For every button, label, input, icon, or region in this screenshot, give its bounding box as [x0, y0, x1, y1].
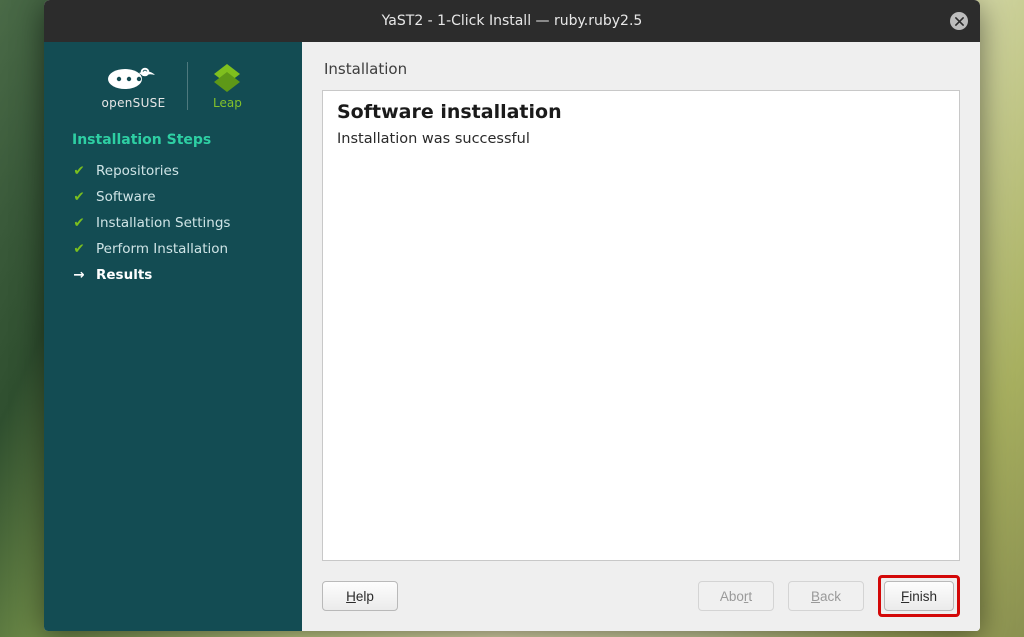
leap-label: Leap [213, 96, 242, 110]
brand-separator [187, 62, 188, 110]
abort-pre: Abo [720, 589, 744, 604]
steps-header: Installation Steps [44, 132, 302, 158]
close-icon[interactable] [950, 12, 968, 30]
finish-button[interactable]: Finish [884, 581, 954, 611]
finish-mnemonic: F [901, 589, 909, 604]
step-label: Software [96, 189, 156, 205]
step-perform-installation: ✔ Perform Installation [72, 236, 284, 262]
back-button: Back [788, 581, 864, 611]
step-installation-settings: ✔ Installation Settings [72, 210, 284, 236]
sidebar: openSUSE Leap Installation Steps ✔ Repos… [44, 42, 302, 631]
step-repositories: ✔ Repositories [72, 158, 284, 184]
step-software: ✔ Software [72, 184, 284, 210]
content-heading: Software installation [337, 101, 945, 123]
check-icon: ✔ [72, 241, 86, 257]
leap-logo: Leap [210, 62, 244, 110]
gecko-icon [105, 62, 161, 92]
brand-row: openSUSE Leap [44, 58, 302, 132]
step-label: Results [96, 267, 152, 283]
content-box: Software installation Installation was s… [322, 90, 960, 561]
help-mnemonic: H [346, 589, 356, 604]
back-mnemonic: B [811, 589, 820, 604]
finish-rest: inish [909, 589, 937, 604]
step-label: Installation Settings [96, 215, 230, 231]
leap-icon [210, 62, 244, 92]
finish-highlight: Finish [878, 575, 960, 617]
content-body: Installation was successful [337, 131, 945, 147]
arrow-right-icon: → [72, 267, 86, 283]
step-results: → Results [72, 262, 284, 288]
main-panel: Installation Software installation Insta… [302, 42, 980, 631]
button-row: Help Abort Back Finish [322, 561, 960, 617]
abort-button: Abort [698, 581, 774, 611]
app-body: openSUSE Leap Installation Steps ✔ Repos… [44, 42, 980, 631]
help-button[interactable]: Help [322, 581, 398, 611]
yast-window: YaST2 - 1-Click Install — ruby.ruby2.5 [44, 0, 980, 631]
step-label: Perform Installation [96, 241, 228, 257]
check-icon: ✔ [72, 189, 86, 205]
help-rest: elp [356, 589, 374, 604]
check-icon: ✔ [72, 215, 86, 231]
check-icon: ✔ [72, 163, 86, 179]
step-label: Repositories [96, 163, 179, 179]
page-title: Installation [322, 60, 960, 90]
abort-post: t [748, 589, 752, 604]
window-title: YaST2 - 1-Click Install — ruby.ruby2.5 [382, 13, 643, 29]
steps-list: ✔ Repositories ✔ Software ✔ Installation… [44, 158, 302, 288]
opensuse-label: openSUSE [102, 96, 166, 110]
back-rest: ack [820, 589, 841, 604]
titlebar: YaST2 - 1-Click Install — ruby.ruby2.5 [44, 0, 980, 42]
opensuse-logo: openSUSE [102, 62, 166, 110]
